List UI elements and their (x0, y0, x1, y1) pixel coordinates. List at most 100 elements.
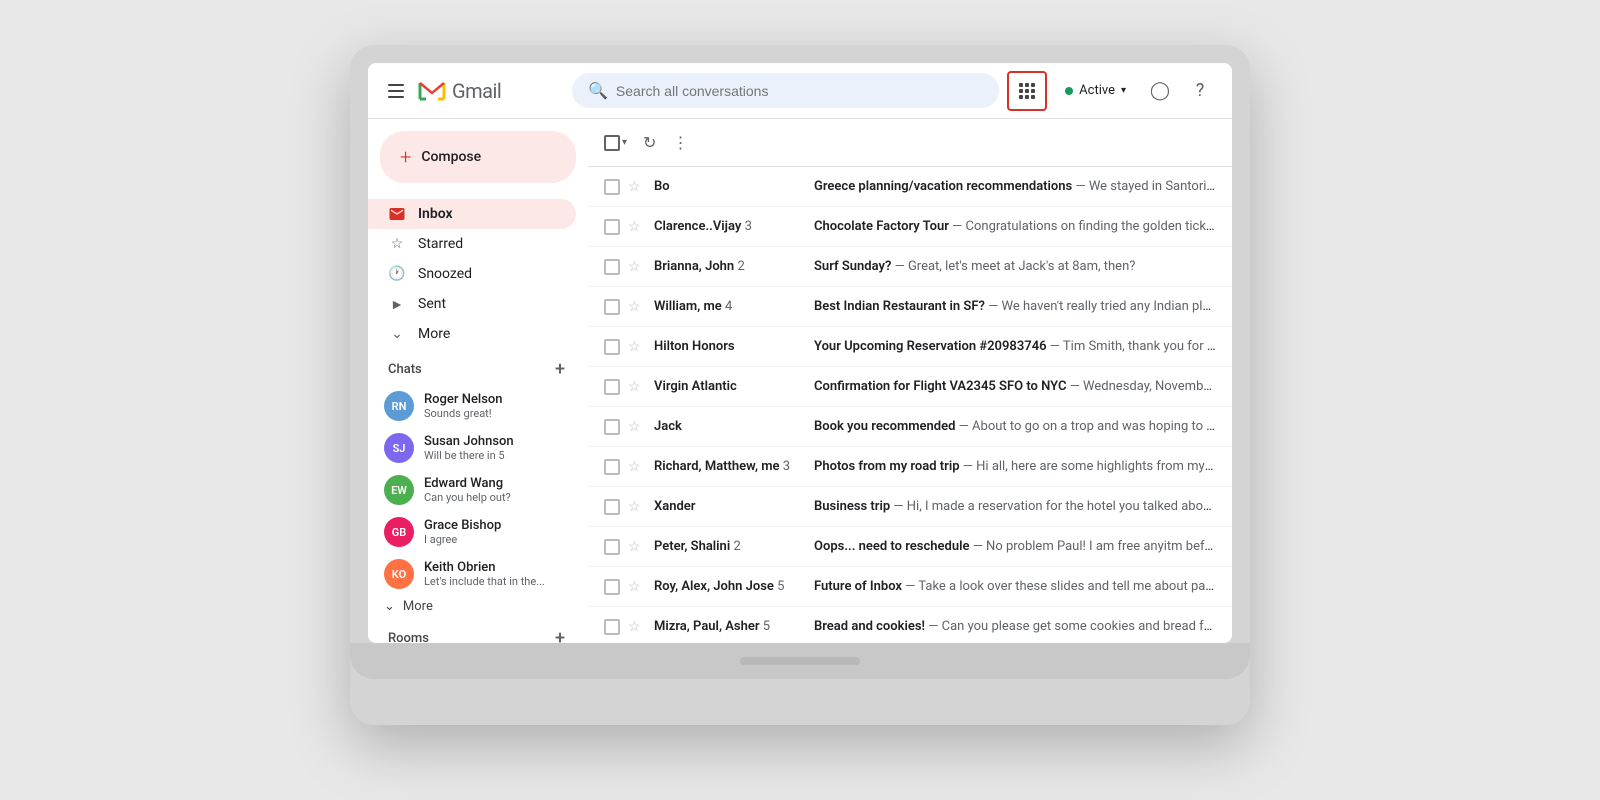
chat-avatar-roger: RN (384, 391, 414, 421)
star-icon-1[interactable]: ☆ (628, 219, 644, 235)
star-icon-11[interactable]: ☆ (628, 619, 644, 635)
active-label: Active (1079, 83, 1115, 98)
email-sender-3: William, me 4 (654, 299, 814, 314)
star-icon-5[interactable]: ☆ (628, 379, 644, 395)
more-options-button[interactable]: ⋮ (672, 133, 688, 152)
email-content-5: Confirmation for Flight VA2345 SFO to NY… (814, 379, 1216, 394)
star-icon-9[interactable]: ☆ (628, 539, 644, 555)
email-row[interactable]: ☆ Xander Business trip — Hi, I made a re… (588, 487, 1232, 527)
density-settings-button[interactable] (1007, 71, 1047, 111)
email-checkbox-4[interactable] (604, 339, 620, 355)
email-row[interactable]: ☆ Clarence..Vijay 3 Chocolate Factory To… (588, 207, 1232, 247)
email-row[interactable]: ☆ Mizra, Paul, Asher 5 Bread and cookies… (588, 607, 1232, 643)
compose-label: Compose (421, 149, 481, 165)
refresh-button[interactable]: ↻ (643, 133, 656, 152)
email-checkbox-1[interactable] (604, 219, 620, 235)
sidebar: + Compose Inbox ☆ Starred 🕐 Snoozed (368, 119, 588, 643)
email-content-6: Book you recommended — About to go on a … (814, 419, 1216, 434)
sent-label: Sent (418, 296, 446, 312)
star-icon-7[interactable]: ☆ (628, 459, 644, 475)
email-row[interactable]: ☆ Roy, Alex, John Jose 5 Future of Inbox… (588, 567, 1232, 607)
email-content-11: Bread and cookies! — Can you please get … (814, 619, 1216, 634)
chat-name-edward: Edward Wang (424, 476, 511, 491)
email-sender-1: Clarence..Vijay 3 (654, 219, 814, 234)
email-row[interactable]: ☆ Brianna, John 2 Surf Sunday? — Great, … (588, 247, 1232, 287)
email-checkbox-11[interactable] (604, 619, 620, 635)
active-status-button[interactable]: Active ▾ (1055, 77, 1136, 104)
chat-info-roger: Roger Nelson Sounds great! (424, 392, 503, 420)
email-row[interactable]: ☆ Bo Greece planning/vacation recommenda… (588, 167, 1232, 207)
select-all-checkbox-wrap[interactable]: ▾ (604, 135, 627, 151)
header-left: Gmail (384, 75, 564, 107)
star-icon-0[interactable]: ☆ (628, 179, 644, 195)
laptop-base (350, 643, 1250, 679)
email-content-2: Surf Sunday? — Great, let's meet at Jack… (814, 259, 1216, 274)
laptop-frame: Gmail 🔍 Active ▾ (350, 45, 1250, 725)
star-icon-10[interactable]: ☆ (628, 579, 644, 595)
chats-more-button[interactable]: ⌄ More (368, 595, 588, 618)
snoozed-label: Snoozed (418, 266, 472, 282)
sent-icon: ► (388, 295, 406, 313)
email-sender-6: Jack (654, 419, 814, 434)
chats-section-header: Chats + (368, 349, 588, 385)
chats-section-label: Chats (388, 362, 422, 377)
select-chevron-icon[interactable]: ▾ (622, 137, 627, 148)
email-content-0: Greece planning/vacation recommendations… (814, 179, 1216, 194)
compose-button[interactable]: + Compose (380, 131, 576, 183)
chat-item-keith[interactable]: KO Keith Obrien Let's include that in th… (368, 553, 588, 595)
rooms-section-label: Rooms (388, 631, 429, 644)
add-chat-button[interactable]: + (548, 357, 572, 381)
email-checkbox-0[interactable] (604, 179, 620, 195)
active-dot-icon (1065, 87, 1073, 95)
email-row[interactable]: ☆ William, me 4 Best Indian Restaurant i… (588, 287, 1232, 327)
email-checkbox-5[interactable] (604, 379, 620, 395)
help-icon[interactable]: ? (1184, 75, 1216, 107)
email-row[interactable]: ☆ Jack Book you recommended — About to g… (588, 407, 1232, 447)
email-sender-2: Brianna, John 2 (654, 259, 814, 274)
star-icon-8[interactable]: ☆ (628, 499, 644, 515)
star-nav-icon: ☆ (388, 235, 406, 253)
account-icon[interactable]: ◯ (1144, 75, 1176, 107)
chat-item-grace[interactable]: GB Grace Bishop I agree (368, 511, 588, 553)
star-icon-3[interactable]: ☆ (628, 299, 644, 315)
chat-item-susan[interactable]: SJ Susan Johnson Will be there in 5 (368, 427, 588, 469)
sidebar-item-inbox[interactable]: Inbox (368, 199, 576, 229)
chat-preview-roger: Sounds great! (424, 407, 503, 420)
add-room-button[interactable]: + (548, 626, 572, 643)
star-icon-2[interactable]: ☆ (628, 259, 644, 275)
email-checkbox-10[interactable] (604, 579, 620, 595)
email-row[interactable]: ☆ Hilton Honors Your Upcoming Reservatio… (588, 327, 1232, 367)
sidebar-item-snoozed[interactable]: 🕐 Snoozed (368, 259, 576, 289)
starred-label: Starred (418, 236, 463, 252)
sidebar-item-sent[interactable]: ► Sent (368, 289, 576, 319)
sidebar-item-starred[interactable]: ☆ Starred (368, 229, 576, 259)
search-input[interactable] (616, 83, 983, 99)
email-row[interactable]: ☆ Peter, Shalini 2 Oops... need to resch… (588, 527, 1232, 567)
email-row[interactable]: ☆ Richard, Matthew, me 3 Photos from my … (588, 447, 1232, 487)
email-checkbox-7[interactable] (604, 459, 620, 475)
chat-info-susan: Susan Johnson Will be there in 5 (424, 434, 514, 462)
email-checkbox-3[interactable] (604, 299, 620, 315)
email-content-8: Business trip — Hi, I made a reservation… (814, 499, 1216, 514)
search-bar[interactable]: 🔍 (572, 73, 999, 108)
chat-item-roger[interactable]: RN Roger Nelson Sounds great! (368, 385, 588, 427)
chat-name-susan: Susan Johnson (424, 434, 514, 449)
chat-item-edward[interactable]: EW Edward Wang Can you help out? (368, 469, 588, 511)
gmail-logo: Gmail (416, 75, 501, 107)
email-content-1: Chocolate Factory Tour — Congratulations… (814, 219, 1216, 234)
chat-preview-susan: Will be there in 5 (424, 449, 514, 462)
email-checkbox-2[interactable] (604, 259, 620, 275)
email-checkbox-9[interactable] (604, 539, 620, 555)
star-icon-4[interactable]: ☆ (628, 339, 644, 355)
sidebar-item-more[interactable]: ⌄ More (368, 319, 576, 349)
email-checkbox-8[interactable] (604, 499, 620, 515)
email-sender-8: Xander (654, 499, 814, 514)
active-chevron-icon: ▾ (1121, 85, 1126, 96)
star-icon-6[interactable]: ☆ (628, 419, 644, 435)
select-all-checkbox[interactable] (604, 135, 620, 151)
hamburger-menu-button[interactable] (384, 79, 408, 103)
email-sender-9: Peter, Shalini 2 (654, 539, 814, 554)
email-checkbox-6[interactable] (604, 419, 620, 435)
email-row[interactable]: ☆ Virgin Atlantic Confirmation for Fligh… (588, 367, 1232, 407)
email-sender-4: Hilton Honors (654, 339, 814, 354)
